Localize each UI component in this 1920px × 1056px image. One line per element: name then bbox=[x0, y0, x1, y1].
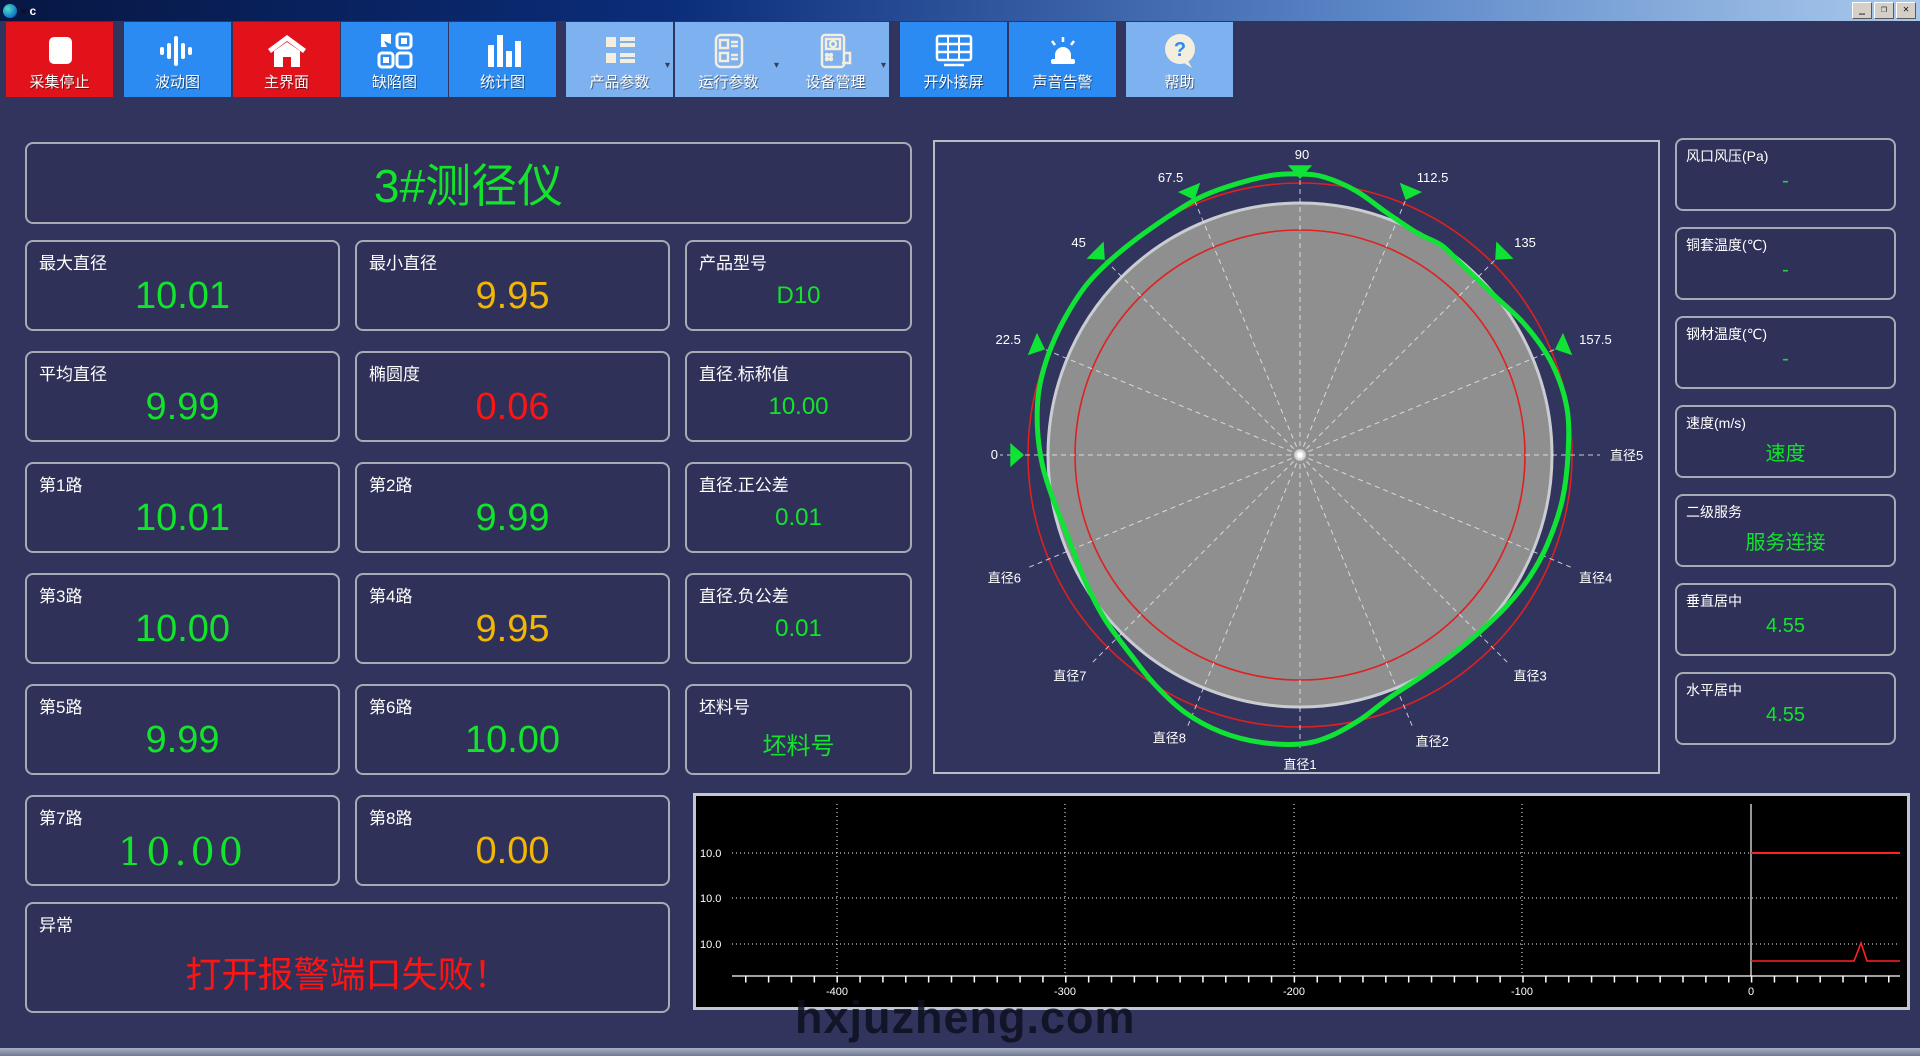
polar-diameter-label: 直径7 bbox=[1053, 669, 1086, 684]
device-manage-icon bbox=[782, 30, 889, 72]
device-manage-button[interactable]: 设备管理 ▾ bbox=[782, 22, 889, 97]
status-vertical-centering: 垂直居中 4.55 bbox=[1675, 583, 1896, 656]
title-bar: ■ c _ ❐ ✕ bbox=[0, 0, 1920, 21]
svg-text:?: ? bbox=[1173, 39, 1185, 61]
y-tick-label: 10.0 bbox=[700, 939, 721, 951]
status-steel-temp: 钢材温度(℃) - bbox=[1675, 316, 1896, 389]
defect-chart-button[interactable]: 缺陷图 bbox=[341, 22, 448, 97]
polar-angle-label: 45 bbox=[1071, 235, 1085, 250]
red-trace-lower bbox=[1751, 940, 1900, 962]
y-tick-label: 10.0 bbox=[700, 848, 721, 860]
waveform-chart-button[interactable]: 波动图 bbox=[124, 22, 231, 97]
app-icon bbox=[3, 3, 17, 18]
bottom-window-edge bbox=[0, 1048, 1920, 1056]
watermark: hxjuzheng.com bbox=[795, 992, 1136, 1043]
angle-marker-icon bbox=[1495, 241, 1514, 260]
metric-path-2: 第2路 9.99 bbox=[355, 462, 670, 553]
home-icon bbox=[233, 30, 340, 72]
metric-path-3: 第3路 10.00 bbox=[25, 573, 340, 664]
y-tick-label: 10.0 bbox=[700, 893, 721, 905]
restore-button[interactable]: ❐ bbox=[1874, 2, 1894, 19]
external-screen-button[interactable]: 开外接屏 bbox=[900, 22, 1007, 97]
metric-nominal-diameter: 直径.标称值 10.00 bbox=[685, 351, 912, 442]
status-horizontal-centering: 水平居中 4.55 bbox=[1675, 672, 1896, 745]
metric-negative-tolerance: 直径.负公差 0.01 bbox=[685, 573, 912, 664]
polar-angle-label: 112.5 bbox=[1417, 170, 1449, 185]
stop-icon bbox=[6, 30, 113, 72]
polar-angle-label: 135 bbox=[1514, 235, 1536, 250]
defect-grid-icon bbox=[341, 30, 448, 72]
external-screen-icon bbox=[900, 30, 1007, 72]
polar-profile-chart: 0 22.5 45 67.5 90 112.5 135 157.5 直径5 直径4 直径3 直径2 直径… bbox=[933, 140, 1660, 774]
help-button[interactable]: ? 帮助 bbox=[1126, 22, 1233, 97]
polar-diameter-label: 直径6 bbox=[988, 571, 1021, 586]
polar-diameter-label: 直径2 bbox=[1416, 734, 1449, 749]
sound-alarm-button[interactable]: 声音告警 bbox=[1009, 22, 1116, 97]
window-title: c bbox=[29, 3, 37, 18]
trend-strip-chart: 10.0 10.0 10.0 -400 -300 -200 -100 0 bbox=[693, 793, 1910, 1010]
status-wind-pressure: 风口风压(Pa) - bbox=[1675, 138, 1896, 211]
polar-diameter-label: 直径8 bbox=[1153, 730, 1186, 745]
metric-billet-number: 坯料号 坯料号 bbox=[685, 684, 912, 775]
x-tick-label: 0 bbox=[1748, 986, 1754, 998]
metric-min-diameter: 最小直径 9.95 bbox=[355, 240, 670, 331]
polar-diameter-label: 直径4 bbox=[1579, 571, 1612, 586]
metric-product-model: 产品型号 D10 bbox=[685, 240, 912, 331]
polar-diameter-label: 直径1 bbox=[1283, 757, 1316, 772]
angle-marker-icon bbox=[1027, 332, 1045, 356]
metrics-grid: 最大直径 10.01 最小直径 9.95 产品型号 D10 平均直径 9.99 … bbox=[25, 240, 912, 886]
statistics-chart-button[interactable]: 统计图 bbox=[449, 22, 556, 97]
angle-marker-icon bbox=[1086, 241, 1105, 260]
metric-path-4: 第4路 9.95 bbox=[355, 573, 670, 664]
sound-alarm-icon bbox=[1009, 30, 1116, 72]
help-icon: ? bbox=[1126, 30, 1233, 72]
product-params-icon bbox=[566, 30, 673, 72]
title-glyph: ■ bbox=[21, 5, 27, 16]
bar-chart-icon bbox=[449, 30, 556, 72]
dropdown-arrow-icon[interactable]: ▾ bbox=[881, 60, 886, 71]
metric-path-6: 第6路 10.00 bbox=[355, 684, 670, 775]
metric-ovality: 椭圆度 0.06 bbox=[355, 351, 670, 442]
alarm-label: 异常 bbox=[39, 916, 73, 935]
product-params-button[interactable]: 产品参数 ▾ bbox=[566, 22, 673, 97]
status-column: 风口风压(Pa) - 铜套温度(℃) - 钢材温度(℃) - 速度(m/s) 速… bbox=[1675, 138, 1896, 761]
alarm-box: 异常 打开报警端口失败！ bbox=[25, 902, 670, 1013]
x-tick-label: -200 bbox=[1283, 986, 1305, 998]
polar-diameter-label: 直径5 bbox=[1610, 448, 1643, 463]
metric-positive-tolerance: 直径.正公差 0.01 bbox=[685, 462, 912, 553]
polar-angle-label: 90 bbox=[1295, 147, 1309, 162]
metric-path-5: 第5路 9.99 bbox=[25, 684, 340, 775]
dropdown-arrow-icon[interactable]: ▾ bbox=[774, 60, 779, 71]
dropdown-arrow-icon[interactable]: ▾ bbox=[665, 60, 670, 71]
polar-angle-label: 0 bbox=[991, 447, 998, 462]
waveform-icon bbox=[124, 30, 231, 72]
status-copper-sleeve-temp: 铜套温度(℃) - bbox=[1675, 227, 1896, 300]
polar-diameter-label: 直径3 bbox=[1514, 669, 1547, 684]
run-params-button[interactable]: 运行参数 ▾ bbox=[675, 22, 782, 97]
polar-angle-label: 67.5 bbox=[1158, 170, 1183, 185]
x-tick-label: -100 bbox=[1511, 986, 1533, 998]
angle-marker-icon bbox=[1555, 332, 1573, 356]
status-level2-service: 二级服务 服务连接 bbox=[1675, 494, 1896, 567]
run-params-icon bbox=[675, 30, 782, 72]
polar-center-dot bbox=[1297, 452, 1303, 458]
close-button[interactable]: ✕ bbox=[1896, 2, 1916, 19]
polar-angle-label: 22.5 bbox=[996, 332, 1021, 347]
main-screen-button[interactable]: 主界面 bbox=[233, 22, 340, 97]
gauge-title: 3#测径仪 bbox=[25, 142, 912, 224]
stop-acquisition-button[interactable]: 采集停止 bbox=[6, 22, 113, 97]
polar-angle-label: 157.5 bbox=[1579, 332, 1612, 347]
diameter-gauge-app: ■ c _ ❐ ✕ 采集停止 波动图 主界面 缺陷图 统计图 产品参数 ▾ 运行… bbox=[0, 0, 1920, 1056]
metric-path-7: 第7路 10.00 bbox=[25, 795, 340, 886]
minimize-button[interactable]: _ bbox=[1852, 2, 1872, 19]
metric-path-1: 第1路 10.01 bbox=[25, 462, 340, 553]
metric-max-diameter: 最大直径 10.01 bbox=[25, 240, 340, 331]
angle-marker-icon bbox=[1010, 442, 1024, 468]
status-speed: 速度(m/s) 速度 bbox=[1675, 405, 1896, 478]
alarm-message: 打开报警端口失败！ bbox=[185, 954, 510, 995]
metric-avg-diameter: 平均直径 9.99 bbox=[25, 351, 340, 442]
metric-path-8: 第8路 0.00 bbox=[355, 795, 670, 886]
angle-marker-icon bbox=[1399, 182, 1423, 200]
